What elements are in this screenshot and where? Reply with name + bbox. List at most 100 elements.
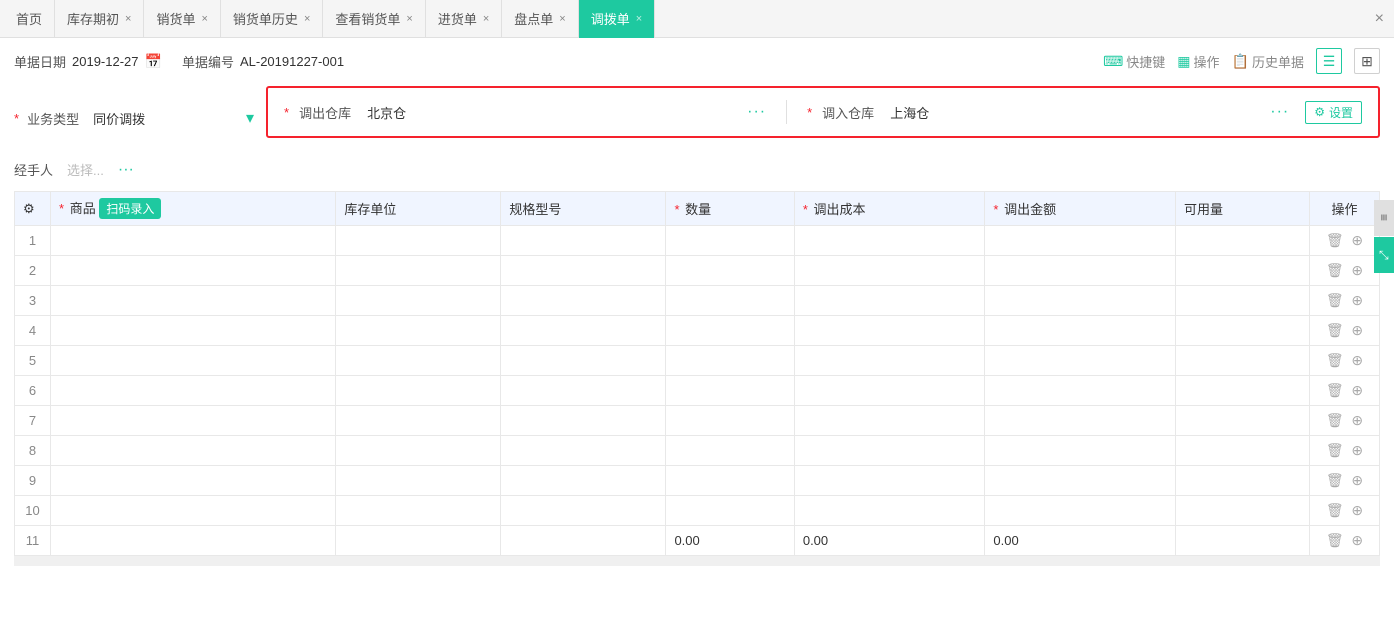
row-spec-7[interactable] [501, 406, 666, 436]
delete-row-icon-2[interactable]: 🗑 [1326, 262, 1344, 278]
row-spec-9[interactable] [501, 466, 666, 496]
row-quantity-10[interactable] [666, 496, 794, 526]
delete-row-icon-3[interactable]: 🗑 [1326, 292, 1344, 308]
tab-purchase-order[interactable]: 进货单 × [426, 0, 502, 38]
row-amount-8[interactable] [985, 436, 1176, 466]
row-amount-4[interactable] [985, 316, 1176, 346]
row-amount-7[interactable] [985, 406, 1176, 436]
row-cost-6[interactable] [794, 376, 985, 406]
row-cost-9[interactable] [794, 466, 985, 496]
row-cost-3[interactable] [794, 286, 985, 316]
business-type-value[interactable]: 同价调拨 [93, 109, 145, 128]
row-unit-3[interactable] [336, 286, 501, 316]
row-cost-1[interactable] [794, 226, 985, 256]
delete-row-icon-1[interactable]: 🗑 [1326, 232, 1344, 248]
row-spec-1[interactable] [501, 226, 666, 256]
row-amount-6[interactable] [985, 376, 1176, 406]
row-unit-2[interactable] [336, 256, 501, 286]
close-tab-sales-history[interactable]: × [304, 13, 310, 25]
action-btn[interactable]: ▦ 操作 [1177, 52, 1219, 71]
row-amount-3[interactable] [985, 286, 1176, 316]
delete-row-icon-4[interactable]: 🗑 [1326, 322, 1344, 338]
shortcut-btn[interactable]: ⌨ 快捷键 [1103, 52, 1165, 71]
tab-sales-order[interactable]: 销货单 × [144, 0, 220, 38]
row-spec-4[interactable] [501, 316, 666, 346]
row-unit-9[interactable] [336, 466, 501, 496]
row-unit-6[interactable] [336, 376, 501, 406]
float-list-btn[interactable]: ≡ [1374, 200, 1394, 236]
business-type-dropdown-icon[interactable]: ▾ [246, 108, 254, 128]
row-quantity-8[interactable] [666, 436, 794, 466]
row-cost-2[interactable] [794, 256, 985, 286]
close-tab-view-sales[interactable]: × [406, 13, 412, 25]
out-warehouse-value[interactable]: 北京仓 [367, 103, 406, 122]
row-product-7[interactable] [51, 406, 336, 436]
operator-more-btn[interactable]: ··· [118, 161, 134, 179]
float-expand-btn[interactable]: ⤢ [1374, 237, 1394, 273]
date-value[interactable]: 2019-12-27 [72, 54, 139, 69]
row-product-3[interactable] [51, 286, 336, 316]
row-cost-10[interactable] [794, 496, 985, 526]
row-cost-5[interactable] [794, 346, 985, 376]
operator-select[interactable]: 选择... [67, 160, 104, 179]
copy-row-icon-9[interactable]: ⊕ [1351, 472, 1363, 488]
copy-row-icon-5[interactable]: ⊕ [1351, 352, 1363, 368]
copy-icon[interactable]: ⊕ [1351, 532, 1363, 548]
row-unit-8[interactable] [336, 436, 501, 466]
close-tab-transfer-order[interactable]: × [636, 13, 642, 25]
scan-entry-button[interactable]: 扫码录入 [99, 198, 161, 219]
row-product-6[interactable] [51, 376, 336, 406]
row-product-9[interactable] [51, 466, 336, 496]
row-quantity-7[interactable] [666, 406, 794, 436]
copy-row-icon-7[interactable]: ⊕ [1351, 412, 1363, 428]
tab-sales-history[interactable]: 销货单历史 × [221, 0, 323, 38]
tab-inventory-check[interactable]: 盘点单 × [502, 0, 578, 38]
row-amount-1[interactable] [985, 226, 1176, 256]
close-tab-purchase-order[interactable]: × [483, 13, 489, 25]
row-spec-5[interactable] [501, 346, 666, 376]
row-unit-5[interactable] [336, 346, 501, 376]
delete-row-icon-5[interactable]: 🗑 [1326, 352, 1344, 368]
row-amount-5[interactable] [985, 346, 1176, 376]
row-quantity-6[interactable] [666, 376, 794, 406]
row-unit-1[interactable] [336, 226, 501, 256]
delete-icon[interactable]: 🗑 [1326, 532, 1344, 548]
close-tab-sales-order[interactable]: × [201, 13, 207, 25]
delete-row-icon-9[interactable]: 🗑 [1326, 472, 1344, 488]
copy-row-icon-10[interactable]: ⊕ [1351, 502, 1363, 518]
delete-row-icon-6[interactable]: 🗑 [1326, 382, 1344, 398]
row-cost-4[interactable] [794, 316, 985, 346]
calendar-icon[interactable]: 📅 [145, 53, 162, 70]
row-amount-2[interactable] [985, 256, 1176, 286]
tab-home[interactable]: 首页 [4, 0, 55, 38]
row-amount-10[interactable] [985, 496, 1176, 526]
copy-row-icon-4[interactable]: ⊕ [1351, 322, 1363, 338]
in-warehouse-more-btn[interactable]: ··· [1270, 103, 1289, 121]
row-unit-10[interactable] [336, 496, 501, 526]
row-quantity-2[interactable] [666, 256, 794, 286]
close-tab-inventory-check[interactable]: × [559, 13, 565, 25]
row-spec-2[interactable] [501, 256, 666, 286]
row-product-1[interactable] [51, 226, 336, 256]
setting-button[interactable]: ⚙ 设置 [1305, 101, 1362, 124]
row-quantity-1[interactable] [666, 226, 794, 256]
row-unit-4[interactable] [336, 316, 501, 346]
row-quantity-5[interactable] [666, 346, 794, 376]
row-cost-7[interactable] [794, 406, 985, 436]
row-quantity-3[interactable] [666, 286, 794, 316]
col-gear[interactable]: ⚙ [15, 192, 51, 226]
copy-row-icon-1[interactable]: ⊕ [1351, 232, 1363, 248]
row-cost-8[interactable] [794, 436, 985, 466]
row-quantity-4[interactable] [666, 316, 794, 346]
copy-row-icon-6[interactable]: ⊕ [1351, 382, 1363, 398]
copy-row-icon-2[interactable]: ⊕ [1351, 262, 1363, 278]
row-product-5[interactable] [51, 346, 336, 376]
row-product-2[interactable] [51, 256, 336, 286]
view-toggle-list[interactable]: ☰ [1316, 48, 1342, 74]
delete-row-icon-7[interactable]: 🗑 [1326, 412, 1344, 428]
row-product-4[interactable] [51, 316, 336, 346]
row-spec-10[interactable] [501, 496, 666, 526]
view-toggle-grid[interactable]: ⊞ [1354, 48, 1380, 74]
row-spec-3[interactable] [501, 286, 666, 316]
history-btn[interactable]: 📋 历史单据 [1232, 52, 1304, 71]
